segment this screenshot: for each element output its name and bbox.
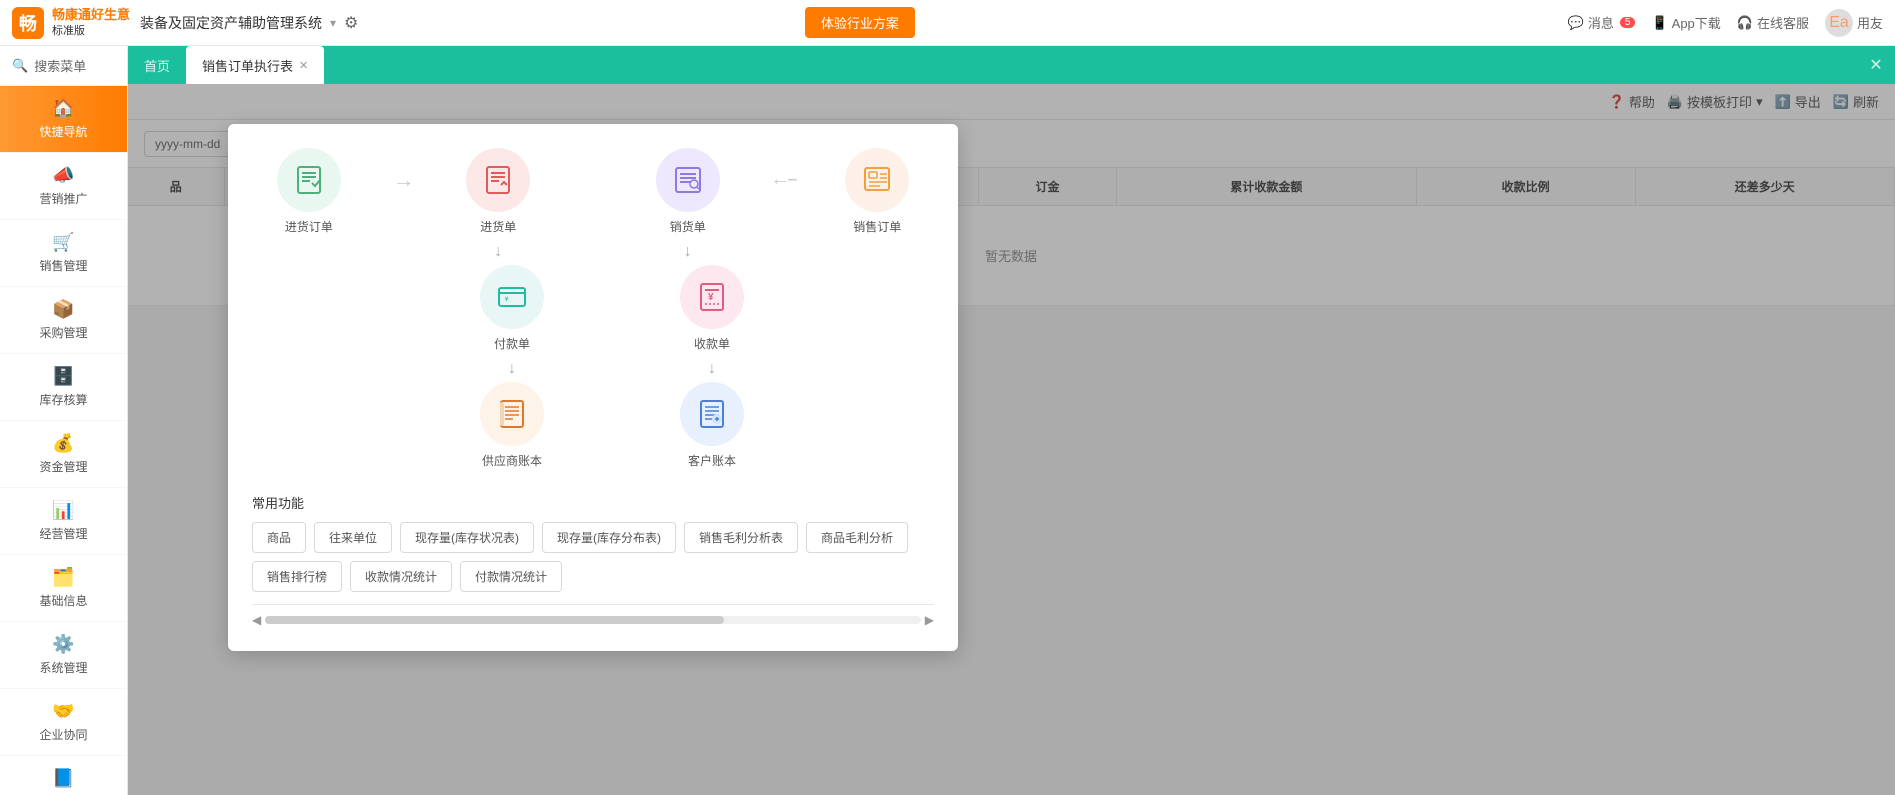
logo-area: 畅 畅康通好生意 标准版 <box>12 7 140 39</box>
logo-icon: 畅 <box>12 7 44 39</box>
func-btn-contacts[interactable]: 往来单位 <box>314 522 392 553</box>
system-title-text: 装备及固定资产辅助管理系统 <box>140 13 322 33</box>
customer-ledger-circle <box>680 382 744 446</box>
modal-scrollbar: ◀ ▶ <box>252 604 934 627</box>
func-btn-stock-status[interactable]: 现存量(库存状况表) <box>400 522 534 553</box>
flow-node-payment[interactable]: ¥ 付款单 <box>452 265 572 352</box>
flow-node-sales-order[interactable]: 销售订单 <box>820 148 934 235</box>
flow-node-purchase-slip[interactable]: 进货单 <box>441 148 555 235</box>
sidebar-item-marketing[interactable]: 📣 营销推广 <box>0 153 127 220</box>
flow-node-customer-ledger[interactable]: 客户账本 <box>652 382 772 469</box>
scrollbar-thumb <box>265 616 724 624</box>
sidebar: 🔍 搜索菜单 🏠 快捷导航 📣 营销推广 🛒 销售管理 📦 采购管理 🗄️ 库存… <box>0 46 128 795</box>
func-btn-goods-gross[interactable]: 商品毛利分析 <box>806 522 908 553</box>
scrollbar-track[interactable] <box>265 616 921 624</box>
inventory-icon: 🗄️ <box>52 366 74 387</box>
svg-text:¥: ¥ <box>708 292 714 303</box>
flow-row-3: 供应商账本 <box>252 382 934 469</box>
purchase-order-circle <box>277 148 341 212</box>
message-badge: 5 <box>1620 17 1636 28</box>
func-btn-stock-dist[interactable]: 现存量(库存分布表) <box>542 522 676 553</box>
sidebar-item-finance[interactable]: 💰 资金管理 <box>0 421 127 488</box>
sidebar-item-system[interactable]: ⚙️ 系统管理 <box>0 622 127 689</box>
page-content: ❓ 帮助 🖨️ 按模板打印 ▾ ⬆️ 导出 🔄 刷新 <box>128 84 1895 795</box>
func-btn-goods[interactable]: 商品 <box>252 522 306 553</box>
sales-order-circle <box>845 148 909 212</box>
operations-icon: 📊 <box>52 500 74 521</box>
scroll-right-icon[interactable]: ▶ <box>925 613 934 627</box>
system-title: 装备及固定资产辅助管理系统 ▾ ⚙ <box>140 13 793 33</box>
search-icon: 🔍 <box>12 58 28 74</box>
top-right: 💬 消息 5 📱 App下载 🎧 在线客服 Ea 用友 <box>1568 9 1883 37</box>
tab-bar-close-button[interactable]: ✕ <box>1857 46 1895 84</box>
logo-text: 畅康通好生意 标准版 <box>52 7 130 38</box>
func-btn-receipt-stats[interactable]: 收款情况统计 <box>350 561 452 592</box>
sidebar-item-quick-nav[interactable]: 🏠 快捷导航 <box>0 86 127 153</box>
purchase-icon: 📦 <box>52 299 74 320</box>
settings-icon[interactable]: ⚙ <box>344 13 358 33</box>
newbie-icon: 📘 <box>52 768 74 789</box>
tab-bar: 首页 销售订单执行表 ✕ ✕ <box>128 46 1895 84</box>
message-button[interactable]: 💬 消息 5 <box>1568 13 1636 32</box>
flow-modal: 进货订单 → <box>228 124 958 651</box>
purchase-slip-circle <box>466 148 530 212</box>
basic-info-icon: 🗂️ <box>52 567 74 588</box>
top-bar: 畅 畅康通好生意 标准版 装备及固定资产辅助管理系统 ▾ ⚙ 体验行业方案 💬 … <box>0 0 1895 46</box>
headset-icon: 🎧 <box>1737 15 1753 31</box>
finance-icon: 💰 <box>52 433 74 454</box>
func-btns-row1: 商品 往来单位 现存量(库存状况表) 现存量(库存分布表) 销售毛利分析表 商品… <box>252 522 934 553</box>
sidebar-item-inventory[interactable]: 🗄️ 库存核算 <box>0 354 127 421</box>
flow-diagram: 进货订单 → <box>252 148 934 477</box>
arrow-sales-order-to-sales-slip: ←-- <box>745 168 821 215</box>
home-icon: 🏠 <box>52 98 74 119</box>
message-icon: 💬 <box>1568 15 1584 31</box>
tab-sales-order-exec[interactable]: 销售订单执行表 ✕ <box>186 46 324 84</box>
main-layout: 🔍 搜索菜单 🏠 快捷导航 📣 营销推广 🛒 销售管理 📦 采购管理 🗄️ 库存… <box>0 46 1895 795</box>
flow-node-supplier-ledger[interactable]: 供应商账本 <box>452 382 572 469</box>
sidebar-item-collab[interactable]: 🤝 企业协同 <box>0 689 127 756</box>
common-funcs-title: 常用功能 <box>252 493 934 512</box>
payment-circle: ¥ <box>480 265 544 329</box>
sidebar-item-basic-info[interactable]: 🗂️ 基础信息 <box>0 555 127 622</box>
func-btn-sales-rank[interactable]: 销售排行榜 <box>252 561 342 592</box>
flow-node-receipt[interactable]: ¥ 收款单 <box>652 265 772 352</box>
supplier-ledger-circle <box>480 382 544 446</box>
sidebar-item-sales[interactable]: 🛒 销售管理 <box>0 220 127 287</box>
receipt-circle: ¥ <box>680 265 744 329</box>
app-download-button[interactable]: 📱 App下载 <box>1651 13 1720 32</box>
avatar: Ea <box>1825 9 1853 37</box>
app-download-icon: 📱 <box>1651 15 1667 31</box>
arrow-purchase-to-purchase-slip: → <box>366 167 442 217</box>
collab-icon: 🤝 <box>52 701 74 722</box>
marketing-icon: 📣 <box>52 165 74 186</box>
modal-overlay: 进货订单 → <box>128 84 1895 795</box>
tab-home[interactable]: 首页 <box>128 46 186 84</box>
system-icon: ⚙️ <box>52 634 74 655</box>
sidebar-item-operations[interactable]: 📊 经营管理 <box>0 488 127 555</box>
system-dropdown-icon[interactable]: ▾ <box>330 16 336 30</box>
flow-node-sales-slip[interactable]: 销货单 <box>631 148 745 235</box>
sales-slip-circle <box>656 148 720 212</box>
scroll-left-icon[interactable]: ◀ <box>252 613 261 627</box>
main-content: 首页 销售订单执行表 ✕ ✕ ❓ 帮助 🖨️ 按模板打印 ▾ <box>128 46 1895 795</box>
flow-row-1: 进货订单 → <box>252 148 934 235</box>
common-functions: 常用功能 商品 往来单位 现存量(库存状况表) 现存量(库存分布表) 销售毛利分… <box>252 493 934 592</box>
func-btn-sales-gross[interactable]: 销售毛利分析表 <box>684 522 798 553</box>
search-menu[interactable]: 🔍 搜索菜单 <box>0 46 127 86</box>
flow-node-purchase-order[interactable]: 进货订单 <box>252 148 366 235</box>
sidebar-item-newbie[interactable]: 📘 新手引导 <box>0 756 127 795</box>
online-service-button[interactable]: 🎧 在线客服 <box>1737 13 1809 32</box>
func-btns-row2: 销售排行榜 收款情况统计 付款情况统计 <box>252 561 934 592</box>
user-menu[interactable]: Ea 用友 <box>1825 9 1883 37</box>
flow-row-2: ¥ 付款单 <box>252 265 934 352</box>
tab-close-icon[interactable]: ✕ <box>299 59 308 72</box>
sidebar-item-purchase[interactable]: 📦 采购管理 <box>0 287 127 354</box>
func-btn-payment-stats[interactable]: 付款情况统计 <box>460 561 562 592</box>
trial-button[interactable]: 体验行业方案 <box>805 7 915 38</box>
sales-icon: 🛒 <box>52 232 74 253</box>
